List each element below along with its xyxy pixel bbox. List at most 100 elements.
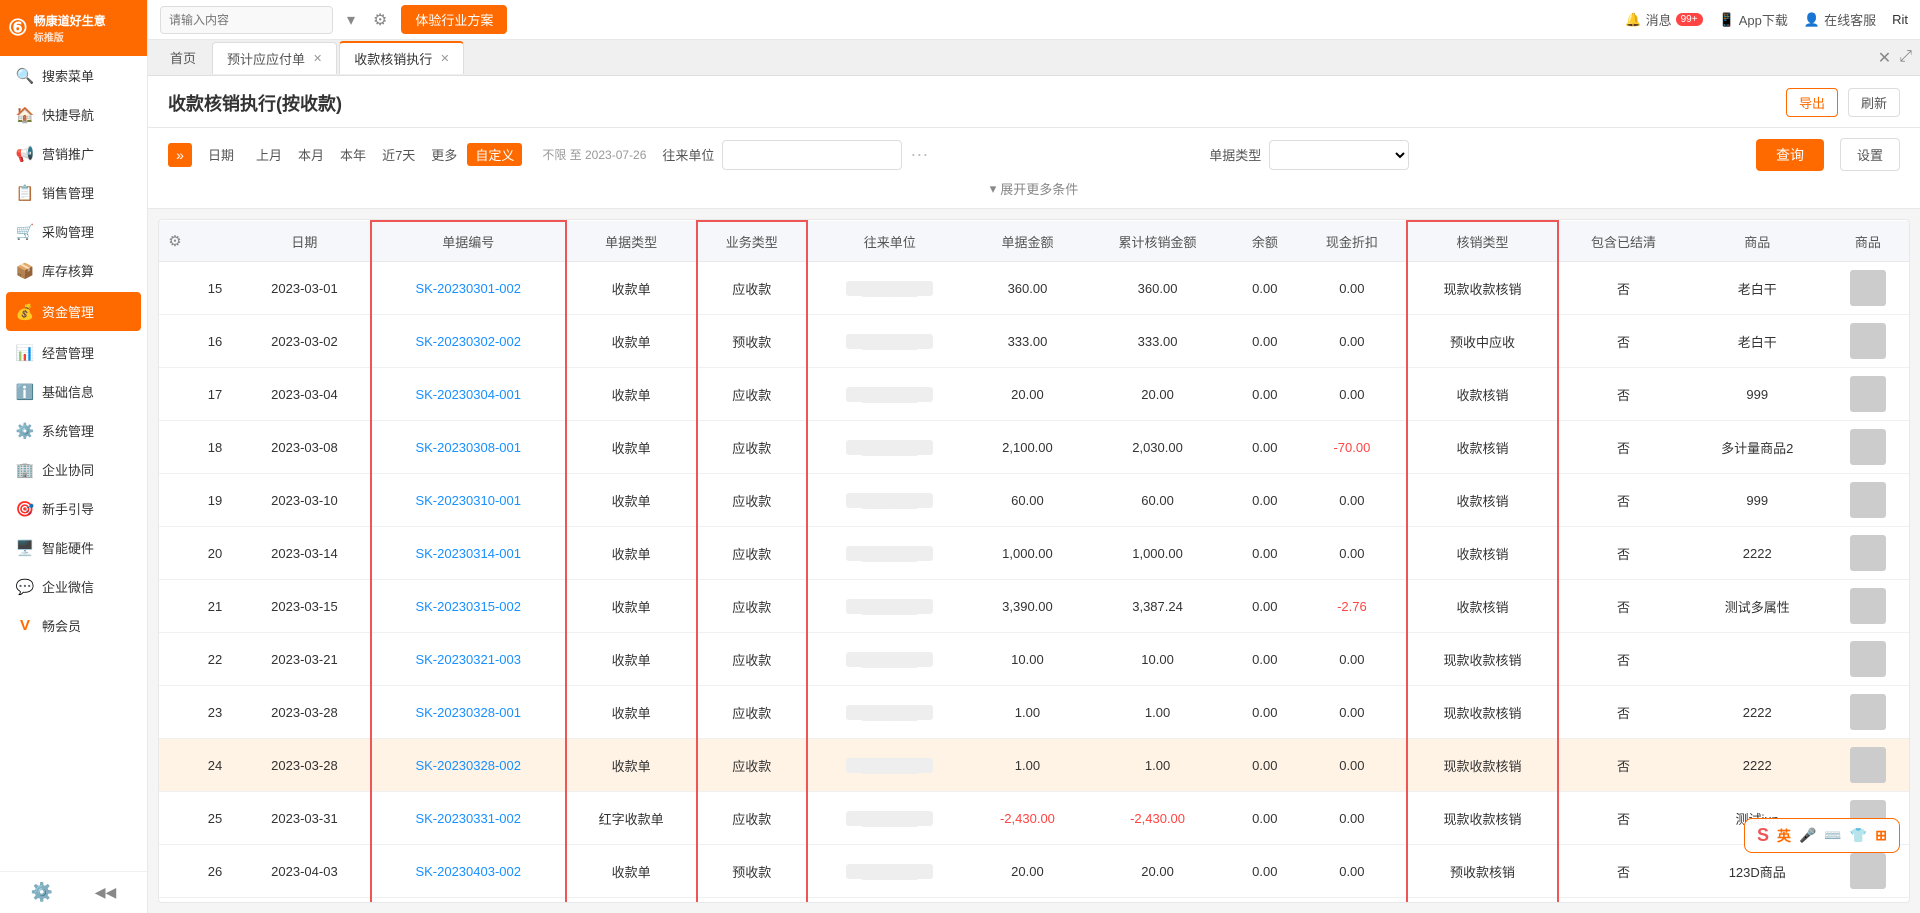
- table-row: 25 2023-03-31 SK-20230331-002 红字收款单 应收款 …: [159, 792, 1909, 845]
- data-table: ⚙ 日期 单据编号 单据类型 业务类型 往来单位 单据金额 累计核销金额 余额 …: [159, 220, 1909, 903]
- date-btn-last-month[interactable]: 上月: [250, 143, 288, 166]
- doc-no-link[interactable]: SK-20230328-002: [415, 758, 521, 773]
- cell-goods2: [1827, 474, 1909, 527]
- cell-biz-type: 应收款: [697, 421, 807, 474]
- dropdown-icon[interactable]: ▾: [343, 6, 359, 34]
- cell-doc-type: 收款单: [566, 580, 697, 633]
- cell-goods: 老白干: [1688, 315, 1827, 368]
- date-btn-7days[interactable]: 近7天: [376, 143, 421, 166]
- cell-writeoff-amount: 1,000.00: [1083, 527, 1231, 580]
- query-btn[interactable]: 查询: [1756, 139, 1824, 171]
- sidebar-item-guide[interactable]: 🎯 新手引导: [0, 489, 147, 528]
- widget-grid-icon[interactable]: ⊞: [1875, 827, 1887, 844]
- doc-no-link[interactable]: SK-20230308-001: [415, 440, 521, 455]
- wechat-icon: 💬: [16, 578, 34, 596]
- doc-no-link[interactable]: SK-20230321-003: [415, 652, 521, 667]
- cell-goods2: [1827, 633, 1909, 686]
- cell-date: 2023-04-03: [239, 845, 371, 898]
- sidebar-item-basic[interactable]: ℹ️ 基础信息: [0, 372, 147, 411]
- app-download[interactable]: 📱 App下载: [1719, 10, 1788, 29]
- cell-writeoff-amount: 100.00: [1083, 898, 1231, 904]
- partner-label: 往来单位: [662, 145, 714, 164]
- doc-no-link[interactable]: SK-20230331-002: [415, 811, 521, 826]
- cell-writeoff-type: 预收中应收: [1407, 315, 1558, 368]
- sidebar-item-system[interactable]: ⚙️ 系统管理: [0, 411, 147, 450]
- sidebar-collapse-icon[interactable]: ◀◀: [95, 884, 117, 901]
- user-name[interactable]: Rit: [1892, 12, 1908, 27]
- doc-no-link[interactable]: SK-20230301-002: [415, 281, 521, 296]
- partner-input[interactable]: [722, 140, 902, 170]
- topbar-search-input[interactable]: [160, 6, 333, 34]
- setting-btn[interactable]: 设置: [1840, 138, 1900, 171]
- date-btn-more[interactable]: 更多: [425, 143, 463, 166]
- cell-date: 2023-03-15: [239, 580, 371, 633]
- sidebar-item-vip[interactable]: V 畅会员: [0, 606, 147, 645]
- sidebar-item-inventory[interactable]: 📦 库存核算: [0, 251, 147, 290]
- cell-amount: 3,390.00: [972, 580, 1084, 633]
- widget-keyboard-icon[interactable]: ⌨️: [1824, 827, 1841, 844]
- sidebar-item-sales[interactable]: 📋 销售管理: [0, 173, 147, 212]
- sidebar-item-search[interactable]: 🔍 搜索菜单: [0, 56, 147, 95]
- sidebar-item-purchase[interactable]: 🛒 采购管理: [0, 212, 147, 251]
- gear-icon[interactable]: ⚙: [168, 233, 181, 250]
- doc-no-link[interactable]: SK-20230315-002: [415, 599, 521, 614]
- expand-more-btn[interactable]: ▾ 展开更多条件: [990, 179, 1079, 198]
- sidebar-item-finance[interactable]: 💰 资金管理: [6, 292, 141, 331]
- date-btn-this-month[interactable]: 本月: [292, 143, 330, 166]
- tab-close-all-icon[interactable]: ✕: [1878, 48, 1891, 68]
- tab-receipt[interactable]: 收款核销执行 ✕: [339, 41, 464, 74]
- cell-date: 2023-03-10: [239, 474, 371, 527]
- doc-no-link[interactable]: SK-20230328-001: [415, 705, 521, 720]
- sidebar-item-operation[interactable]: 📊 经营管理: [0, 333, 147, 372]
- tab-receipt-close[interactable]: ✕: [440, 52, 449, 65]
- cell-cash-discount: 0.00: [1298, 315, 1407, 368]
- tab-pending-close[interactable]: ✕: [313, 52, 322, 65]
- doc-no-link[interactable]: SK-20230304-001: [415, 387, 521, 402]
- table-row: 27 2023-04-08 SK-20230408-001 收款单 应收款 ██…: [159, 898, 1909, 904]
- widget-mic-icon[interactable]: 🎤: [1799, 827, 1816, 844]
- cell-doc-type: 收款单: [566, 739, 697, 792]
- notification-area[interactable]: 🔔 消息 99+: [1625, 10, 1702, 29]
- doc-no-link[interactable]: SK-20230314-001: [415, 546, 521, 561]
- refresh-btn[interactable]: 刷新: [1848, 88, 1900, 117]
- cell-goods2: [1827, 686, 1909, 739]
- online-service[interactable]: 👤 在线客服: [1804, 10, 1876, 29]
- tab-pending[interactable]: 预计应应付单 ✕: [212, 42, 337, 74]
- cell-goods: 2222: [1688, 527, 1827, 580]
- tab-home[interactable]: 首页: [156, 42, 210, 73]
- vip-icon: V: [16, 617, 34, 635]
- sidebar-item-wechat[interactable]: 💬 企业微信: [0, 567, 147, 606]
- export-btn[interactable]: 导出: [1786, 88, 1838, 117]
- date-btn-this-year[interactable]: 本年: [334, 143, 372, 166]
- cell-writeoff-amount: 20.00: [1083, 845, 1231, 898]
- cell-goods2: [1827, 421, 1909, 474]
- col-header-biz-type: 业务类型: [697, 221, 807, 262]
- sidebar-item-hardware[interactable]: 🖥️ 智能硬件: [0, 528, 147, 567]
- sidebar: ⑥ 畅康道好生意 标推版 🔍 搜索菜单 🏠 快捷导航 📢 营销推广 📋 销售管理…: [0, 0, 148, 913]
- date-btn-custom[interactable]: 自定义: [467, 143, 522, 166]
- sidebar-settings-icon[interactable]: ⚙️: [31, 882, 53, 903]
- doc-no-link[interactable]: SK-20230403-002: [415, 864, 521, 879]
- cell-include-settled: 否: [1558, 368, 1687, 421]
- filter-expand-btn[interactable]: »: [168, 143, 192, 167]
- cell-seq: 19: [191, 474, 239, 527]
- sidebar-item-marketing[interactable]: 📢 营销推广: [0, 134, 147, 173]
- sidebar-item-quick[interactable]: 🏠 快捷导航: [0, 95, 147, 134]
- col-header-settings[interactable]: ⚙: [159, 221, 191, 262]
- cell-goods: [1688, 633, 1827, 686]
- sidebar-item-corp[interactable]: 🏢 企业协同: [0, 450, 147, 489]
- widget-shirt-icon[interactable]: 👕: [1850, 827, 1867, 844]
- doc-type-select[interactable]: [1269, 140, 1409, 170]
- doc-no-link[interactable]: SK-20230310-001: [415, 493, 521, 508]
- table-row: 20 2023-03-14 SK-20230314-001 收款单 应收款 ██…: [159, 527, 1909, 580]
- cell-balance: 0.00: [1232, 368, 1298, 421]
- doc-no-link[interactable]: SK-20230302-002: [415, 334, 521, 349]
- topbar-gear-icon[interactable]: ⚙: [369, 6, 391, 34]
- cell-writeoff-amount: 3,387.24: [1083, 580, 1231, 633]
- tab-expand-icon[interactable]: ⤢: [1899, 48, 1912, 68]
- solution-btn[interactable]: 体验行业方案: [401, 5, 507, 34]
- cell-cash-discount: 0.00: [1298, 898, 1407, 904]
- cell-goods2: [1827, 898, 1909, 904]
- col-header-doc-no: 单据编号: [371, 221, 566, 262]
- cell-settings: [159, 845, 191, 898]
